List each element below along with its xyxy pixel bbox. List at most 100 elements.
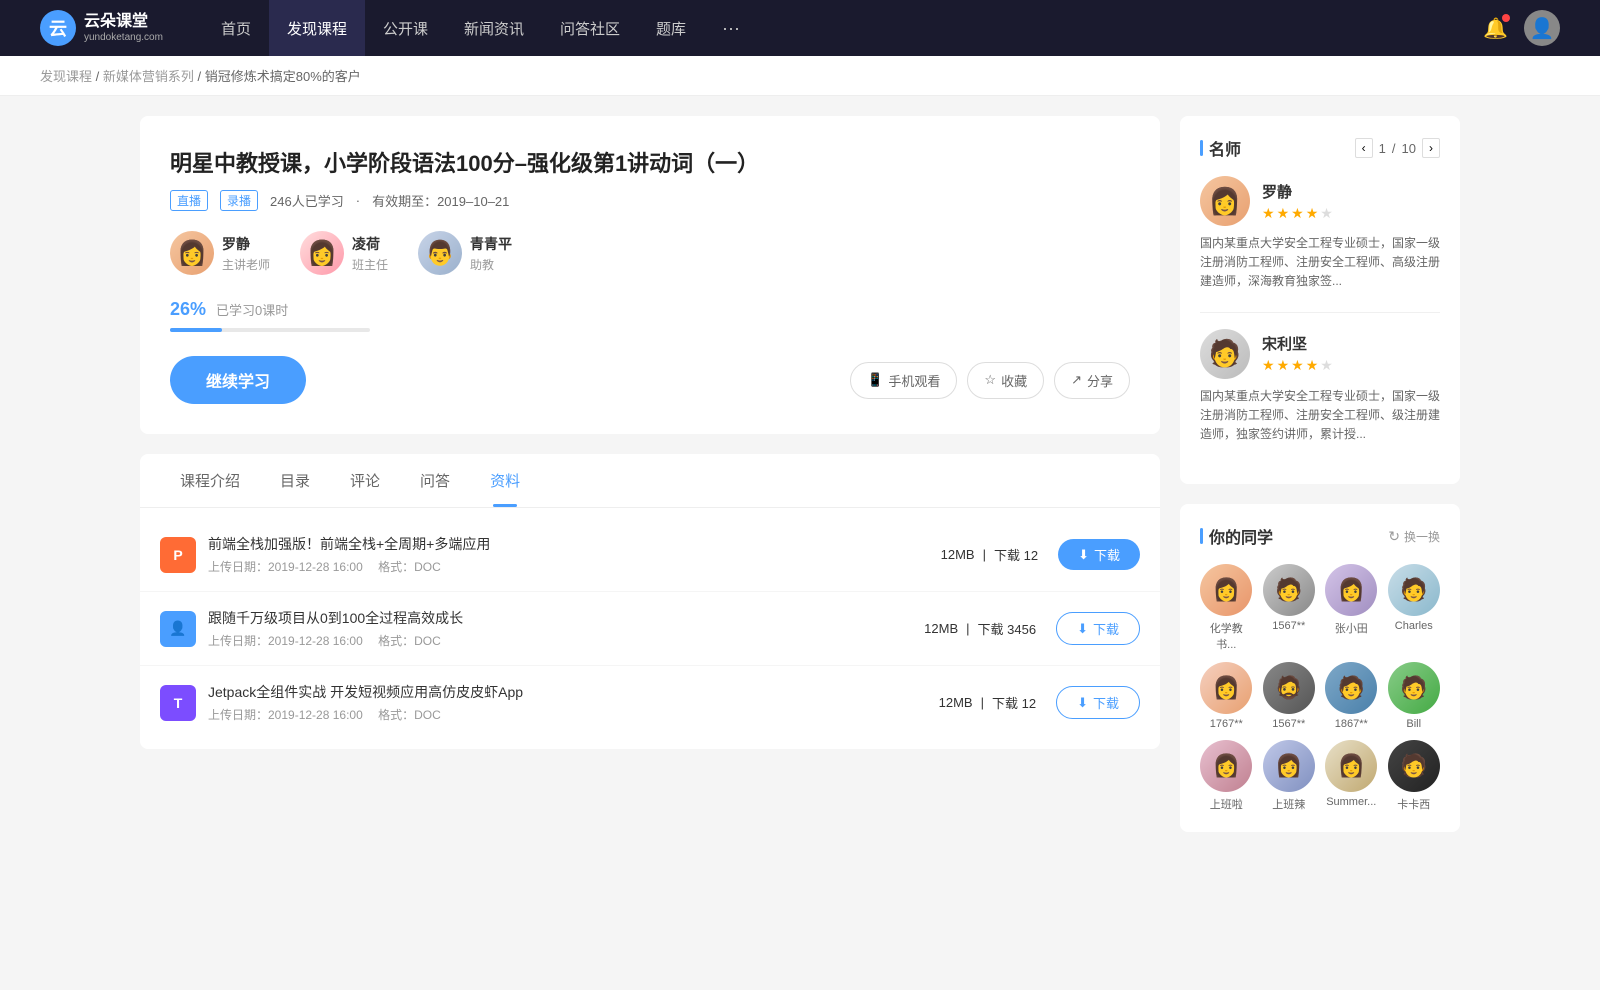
download-button-2[interactable]: ⬇ 下载 [1056, 686, 1140, 719]
instructor-name-2: 青青平 [470, 234, 512, 254]
download-icon-1: ⬇ [1077, 621, 1088, 637]
teacher-item-1: 🧑 宋利坚 ★★★★★ 国内某重点大学安全工程专业硕士，国家一级注册消防工程师、… [1200, 329, 1440, 445]
classmate-avatar-0[interactable]: 👩 [1200, 564, 1252, 616]
bell-icon[interactable]: 🔔 [1483, 16, 1508, 41]
classmate-avatar-7[interactable]: 🧑 [1388, 662, 1440, 714]
resource-stats-0: 12MB | 下载 12 [941, 545, 1038, 564]
classmate-avatar-8[interactable]: 👩 [1200, 740, 1252, 792]
classmate-avatar-11[interactable]: 🧑 [1388, 740, 1440, 792]
resource-name-1: 跟随千万级项目从0到100全过程高效成长 [208, 608, 924, 628]
course-tabs-card: 课程介绍 目录 评论 问答 资料 P 前端全栈加强版！前端全栈+全周期+多端应用… [140, 454, 1160, 749]
resource-item-1: 👤 跟随千万级项目从0到100全过程高效成长 上传日期：2019-12-28 1… [140, 592, 1160, 666]
classmate-name-9: 上班辣 [1272, 796, 1305, 812]
classmate-avatar-1[interactable]: 🧑 [1263, 564, 1315, 616]
classmate-item-6: 🧑 1867** [1325, 662, 1378, 730]
resource-item-0: P 前端全栈加强版！前端全栈+全周期+多端应用 上传日期：2019-12-28 … [140, 518, 1160, 592]
mobile-icon: 📱 [867, 372, 883, 388]
nav-item-qa[interactable]: 问答社区 [542, 0, 638, 56]
classmates-card: 你的同学 ↻ 换一换 👩 化学教书... 🧑 1567** 👩 张小田 [1180, 504, 1460, 832]
nav-item-quiz[interactable]: 题库 [638, 0, 704, 56]
tab-qa[interactable]: 问答 [400, 454, 470, 507]
right-sidebar: 名师 ‹ 1/10 › 👩 罗静 ★★★★★ [1180, 116, 1460, 852]
classmate-name-3: Charles [1395, 620, 1433, 632]
continue-learning-button[interactable]: 继续学习 [170, 356, 306, 404]
classmate-name-1: 1567** [1272, 620, 1305, 632]
refresh-icon: ↻ [1388, 528, 1400, 545]
resource-meta-2: 上传日期：2019-12-28 16:00 格式：DOC [208, 706, 939, 723]
tab-intro[interactable]: 课程介绍 [160, 454, 260, 507]
teacher-stars-1: ★★★★★ [1262, 357, 1333, 374]
classmate-avatar-9[interactable]: 👩 [1263, 740, 1315, 792]
nav-item-public[interactable]: 公开课 [365, 0, 446, 56]
instructor-avatar-2: 👨 [418, 231, 462, 275]
teacher-name-0: 罗静 [1262, 181, 1333, 202]
teacher-desc-0: 国内某重点大学安全工程专业硕士，国家一级注册消防工程师、注册安全工程师、高级注册… [1200, 234, 1440, 292]
collect-button[interactable]: ☆ 收藏 [967, 362, 1044, 399]
left-content: 明星中教授课，小学阶段语法100分–强化级第1讲动词（一） 直播 录播 246人… [140, 116, 1160, 852]
nav-item-discover[interactable]: 发现课程 [269, 0, 365, 56]
classmate-avatar-2[interactable]: 👩 [1325, 564, 1377, 616]
tab-review[interactable]: 评论 [330, 454, 400, 507]
progress-percent: 26% [170, 299, 206, 320]
resource-meta-0: 上传日期：2019-12-28 16:00 格式：DOC [208, 558, 941, 575]
course-actions: 继续学习 📱 手机观看 ☆ 收藏 ↗ 分享 [170, 356, 1130, 404]
logo[interactable]: 云 云朵课堂 yundoketang.com [40, 10, 163, 46]
breadcrumb-discover[interactable]: 发现课程 [40, 69, 92, 84]
tab-resources[interactable]: 资料 [470, 454, 540, 507]
teachers-prev-button[interactable]: ‹ [1355, 138, 1373, 158]
course-header-card: 明星中教授课，小学阶段语法100分–强化级第1讲动词（一） 直播 录播 246人… [140, 116, 1160, 434]
classmate-avatar-3[interactable]: 🧑 [1388, 564, 1440, 616]
mobile-view-button[interactable]: 📱 手机观看 [850, 362, 957, 399]
course-title: 明星中教授课，小学阶段语法100分–强化级第1讲动词（一） [170, 146, 1130, 178]
classmate-name-5: 1567** [1272, 718, 1305, 730]
course-meta: 直播 录播 246人已学习 · 有效期至：2019–10–21 [170, 190, 1130, 211]
instructor-0: 👩 罗静 主讲老师 [170, 231, 270, 275]
classmate-name-4: 1767** [1210, 718, 1243, 730]
nav-item-news[interactable]: 新闻资讯 [446, 0, 542, 56]
breadcrumb-series[interactable]: 新媒体营销系列 [103, 69, 194, 84]
download-button-1[interactable]: ⬇ 下载 [1056, 612, 1140, 645]
classmate-item-9: 👩 上班辣 [1263, 740, 1316, 812]
tab-catalog[interactable]: 目录 [260, 454, 330, 507]
user-avatar[interactable]: 👤 [1524, 10, 1560, 46]
classmate-name-7: Bill [1406, 718, 1421, 730]
classmate-avatar-4[interactable]: 👩 [1200, 662, 1252, 714]
classmate-avatar-6[interactable]: 🧑 [1325, 662, 1377, 714]
classmate-avatar-5[interactable]: 🧔 [1263, 662, 1315, 714]
resource-list: P 前端全栈加强版！前端全栈+全周期+多端应用 上传日期：2019-12-28 … [140, 508, 1160, 749]
bell-notification-dot [1502, 14, 1510, 22]
teacher-header-1: 🧑 宋利坚 ★★★★★ [1200, 329, 1440, 379]
download-icon-2: ⬇ [1077, 695, 1088, 711]
instructor-role-1: 班主任 [352, 256, 388, 273]
download-button-0[interactable]: ⬇ 下载 [1058, 539, 1140, 570]
nav-item-more[interactable]: ··· [704, 0, 758, 56]
instructor-2: 👨 青青平 助教 [418, 231, 512, 275]
refresh-classmates-button[interactable]: ↻ 换一换 [1388, 528, 1440, 545]
star-icon: ☆ [984, 372, 996, 388]
resource-stats-2: 12MB | 下载 12 [939, 693, 1036, 712]
classmate-item-5: 🧔 1567** [1263, 662, 1316, 730]
share-button[interactable]: ↗ 分享 [1054, 362, 1130, 399]
resource-stats-1: 12MB | 下载 3456 [924, 619, 1036, 638]
classmate-avatar-10[interactable]: 👩 [1325, 740, 1377, 792]
nav-right: 🔔 👤 [1483, 10, 1560, 46]
instructor-name-1: 凌荷 [352, 234, 388, 254]
resource-meta-1: 上传日期：2019-12-28 16:00 格式：DOC [208, 632, 924, 649]
teacher-desc-1: 国内某重点大学安全工程专业硕士，国家一级注册消防工程师、注册安全工程师、级注册建… [1200, 387, 1440, 445]
classmate-item-0: 👩 化学教书... [1200, 564, 1253, 652]
instructor-avatar-1: 👩 [300, 231, 344, 275]
classmate-name-0: 化学教书... [1200, 620, 1253, 652]
classmate-name-6: 1867** [1335, 718, 1368, 730]
classmates-card-header: 你的同学 ↻ 换一换 [1200, 524, 1440, 548]
classmate-item-3: 🧑 Charles [1388, 564, 1441, 652]
resource-item-2: T Jetpack全组件实战 开发短视频应用高仿皮皮虾App 上传日期：2019… [140, 666, 1160, 739]
navigation: 云 云朵课堂 yundoketang.com 首页 发现课程 公开课 新闻资讯 … [0, 0, 1600, 56]
resource-icon-0: P [160, 537, 196, 573]
teachers-next-button[interactable]: › [1422, 138, 1440, 158]
instructor-1: 👩 凌荷 班主任 [300, 231, 388, 275]
student-count: 246人已学习 [270, 191, 344, 210]
classmate-name-10: Summer... [1326, 796, 1376, 808]
resource-info-1: 跟随千万级项目从0到100全过程高效成长 上传日期：2019-12-28 16:… [208, 608, 924, 649]
instructor-avatar-0: 👩 [170, 231, 214, 275]
nav-item-home[interactable]: 首页 [203, 0, 269, 56]
